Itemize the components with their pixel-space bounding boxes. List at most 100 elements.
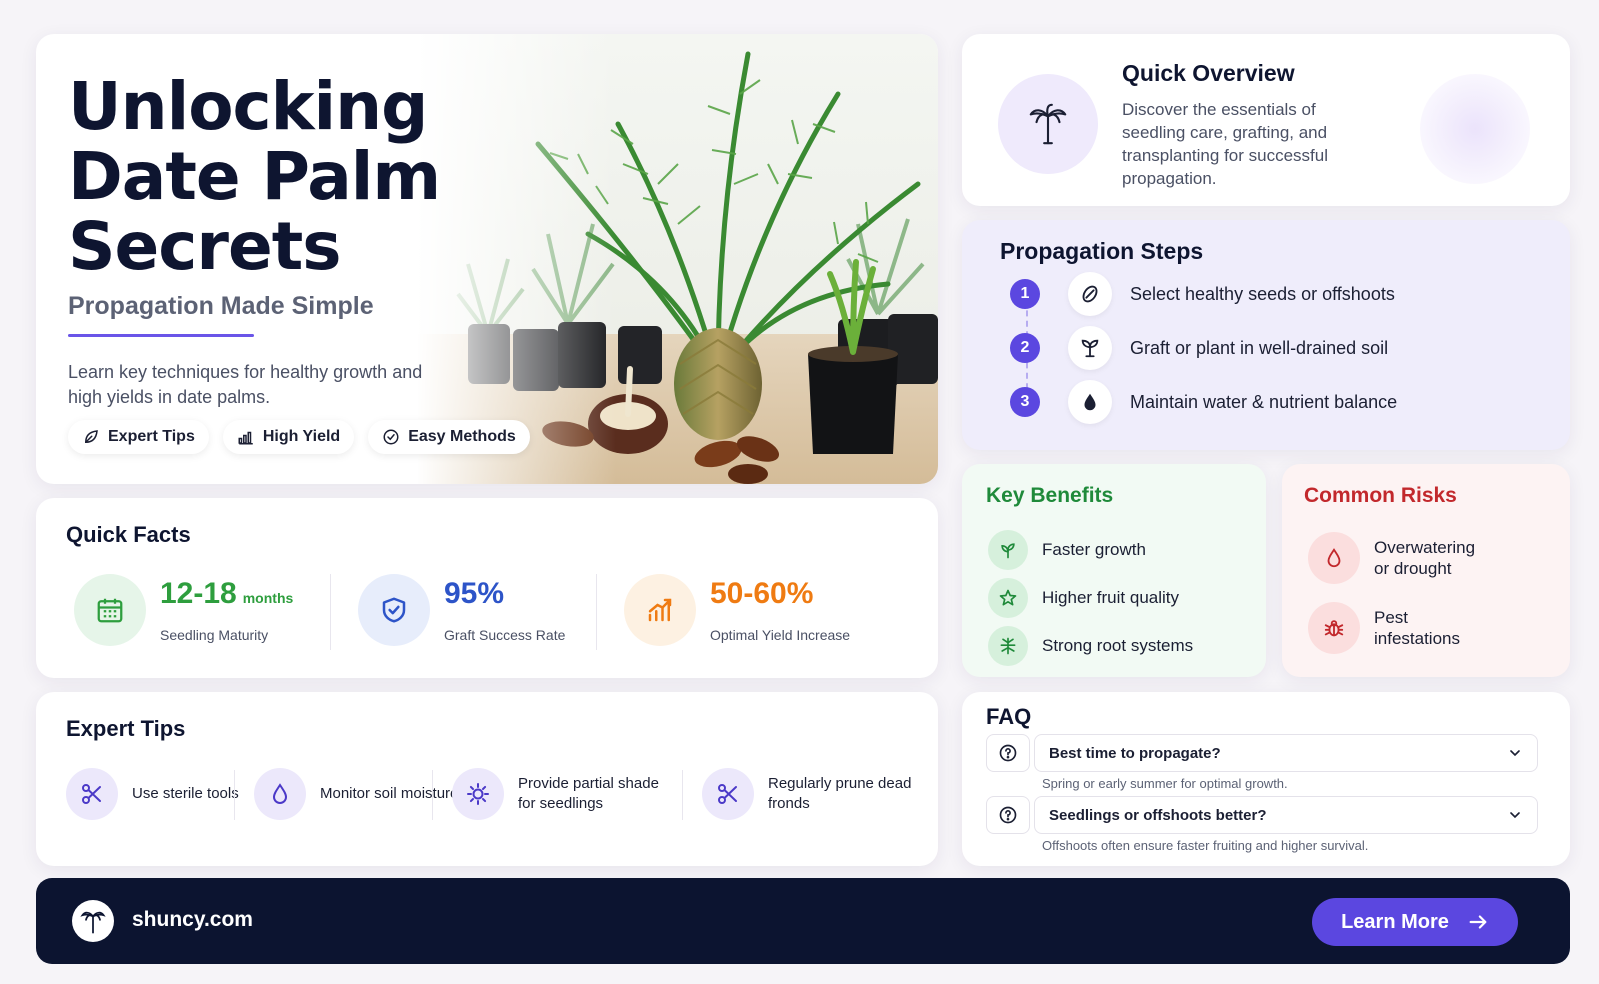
risk-icon-circle [1308, 532, 1360, 584]
site-logo[interactable] [72, 900, 114, 942]
benefit-item: Strong root systems [988, 626, 1193, 666]
tip-label: Monitor soil moisture [320, 785, 459, 802]
star-icon [999, 589, 1017, 606]
key-benefits-card: Key Benefits Faster growth Higher fruit … [962, 464, 1266, 677]
step-label: Graft or plant in well-drained soil [1130, 337, 1389, 358]
faq-question-row[interactable]: Seedlings or offshoots better? [986, 796, 1538, 834]
fact-value: 12-18 months [160, 577, 293, 611]
faq-question-row[interactable]: Best time to propagate? [986, 734, 1538, 772]
benefit-item: Higher fruit quality [988, 578, 1179, 618]
hero-description: Learn key techniques for healthy growth … [68, 362, 423, 407]
propagation-steps-card: Propagation Steps 1 Select healthy seeds… [962, 220, 1570, 450]
hero-title: Unlocking Date Palm Secrets [68, 72, 508, 282]
water-drop-icon [1327, 548, 1341, 568]
fact-value: 95% [444, 577, 505, 610]
site-link[interactable]: shuncy.com [132, 908, 253, 932]
benefit-icon-circle [988, 626, 1028, 666]
fact-unit: months [242, 590, 294, 606]
faq-question-icon-box [986, 734, 1030, 772]
tag-label: Expert Tips [108, 428, 195, 445]
tag-easy-methods[interactable]: Easy Methods [368, 420, 530, 454]
step-label: Maintain water & nutrient balance [1130, 391, 1398, 412]
overview-title: Quick Overview [1122, 60, 1295, 86]
faq-title: FAQ [986, 704, 1032, 729]
sun-icon [467, 783, 489, 805]
roots-icon [1000, 637, 1016, 655]
risk-icon-circle [1308, 602, 1360, 654]
tag-label: High Yield [262, 428, 341, 445]
common-risks-card: Common Risks Overwatering or drought Pes… [1282, 464, 1570, 677]
benefit-item: Faster growth [988, 530, 1146, 570]
step-icon-circle [1068, 272, 1112, 316]
learn-more-label: Learn More [1341, 910, 1449, 933]
step-number: 3 [1010, 387, 1040, 417]
fact-body: 95% Graft Success Rate [444, 577, 565, 643]
tips-title: Expert Tips [66, 716, 186, 741]
fact-body: 50-60% Optimal Yield Increase [710, 577, 850, 643]
benefit-icon-circle [988, 578, 1028, 618]
hero-title-line: Secrets [68, 208, 342, 285]
divider [330, 574, 331, 650]
fact-icon-circle [358, 574, 430, 646]
tip-item: Provide partial shade for seedlings [452, 768, 668, 820]
benefit-label: Faster growth [1042, 540, 1146, 559]
fact-item: 12-18 months Seedling Maturity [74, 574, 293, 646]
chevron-down-icon [1510, 812, 1520, 819]
tag-high-yield[interactable]: High Yield [222, 420, 355, 454]
tip-icon-circle [702, 768, 754, 820]
risk-label: Pest infestations [1374, 608, 1460, 648]
divider [234, 770, 235, 820]
water-drop-icon [272, 783, 288, 804]
benefit-label: Strong root systems [1042, 636, 1194, 655]
step-icon-circle [1068, 326, 1112, 370]
benefit-icon-circle [988, 530, 1028, 570]
hero-card: Unlocking Date Palm Secrets Propagation … [36, 34, 938, 484]
facts-title: Quick Facts [66, 522, 191, 547]
calendar-icon [97, 598, 123, 623]
fact-icon-circle [74, 574, 146, 646]
faq-answer: Spring or early summer for optimal growt… [1042, 776, 1288, 791]
fact-body: 12-18 months Seedling Maturity [160, 577, 293, 643]
benefit-label: Higher fruit quality [1042, 588, 1180, 607]
faq-question-toggle[interactable]: Seedlings or offshoots better? [1034, 796, 1538, 834]
tip-item: Use sterile tools [66, 768, 282, 820]
faq-question: Best time to propagate? [1049, 744, 1221, 762]
tip-icon-circle [254, 768, 306, 820]
faq-question-toggle[interactable]: Best time to propagate? [1034, 734, 1538, 772]
learn-more-button[interactable]: Learn More [1312, 898, 1518, 946]
quick-overview-card: Quick Overview Discover the essentials o… [962, 34, 1570, 206]
faq-question-icon-box [986, 796, 1030, 834]
bug-icon [1324, 620, 1344, 637]
quick-facts-card: Quick Facts 12-18 months Seedling Maturit… [36, 498, 938, 678]
step-label: Select healthy seeds or offshoots [1130, 283, 1395, 304]
tag-label: Easy Methods [408, 428, 516, 445]
overview-icon-circle [998, 74, 1098, 174]
overview-text: Discover the essentials of seedling care… [1122, 100, 1328, 188]
seed-icon [1082, 285, 1098, 303]
faq-answer: Offshoots often ensure faster fruiting a… [1042, 838, 1369, 853]
fact-label: Seedling Maturity [160, 627, 269, 643]
tip-label: Regularly prune dead fronds [768, 775, 912, 812]
hero-tags: Expert Tips High Yield Easy Methods [68, 420, 530, 454]
step-number: 1 [1010, 279, 1040, 309]
chevron-down-icon [1510, 750, 1520, 757]
hero-subtitle-underline [68, 334, 254, 337]
steps-title: Propagation Steps [1000, 238, 1204, 264]
tip-item: Regularly prune dead fronds [702, 768, 918, 820]
scissors-icon [718, 784, 737, 804]
tip-icon-circle [452, 768, 504, 820]
tip-icon-circle [66, 768, 118, 820]
tag-expert-tips[interactable]: Expert Tips [68, 420, 209, 454]
hero-subtitle: Propagation Made Simple [68, 292, 374, 320]
risks-title: Common Risks [1304, 484, 1457, 507]
fact-value-number: 12-18 [160, 577, 237, 610]
fact-item: 95% Graft Success Rate [358, 574, 565, 646]
palm-tree-icon [80, 911, 106, 934]
check-circle-icon [383, 429, 399, 445]
question-circle-icon [999, 744, 1017, 762]
fact-label: Optimal Yield Increase [710, 627, 851, 643]
fact-value: 50-60% [710, 577, 814, 610]
step-item: 3 Maintain water & nutrient balance [1010, 380, 1397, 424]
leaf-icon [84, 430, 98, 444]
tip-item: Monitor soil moisture [254, 768, 470, 820]
